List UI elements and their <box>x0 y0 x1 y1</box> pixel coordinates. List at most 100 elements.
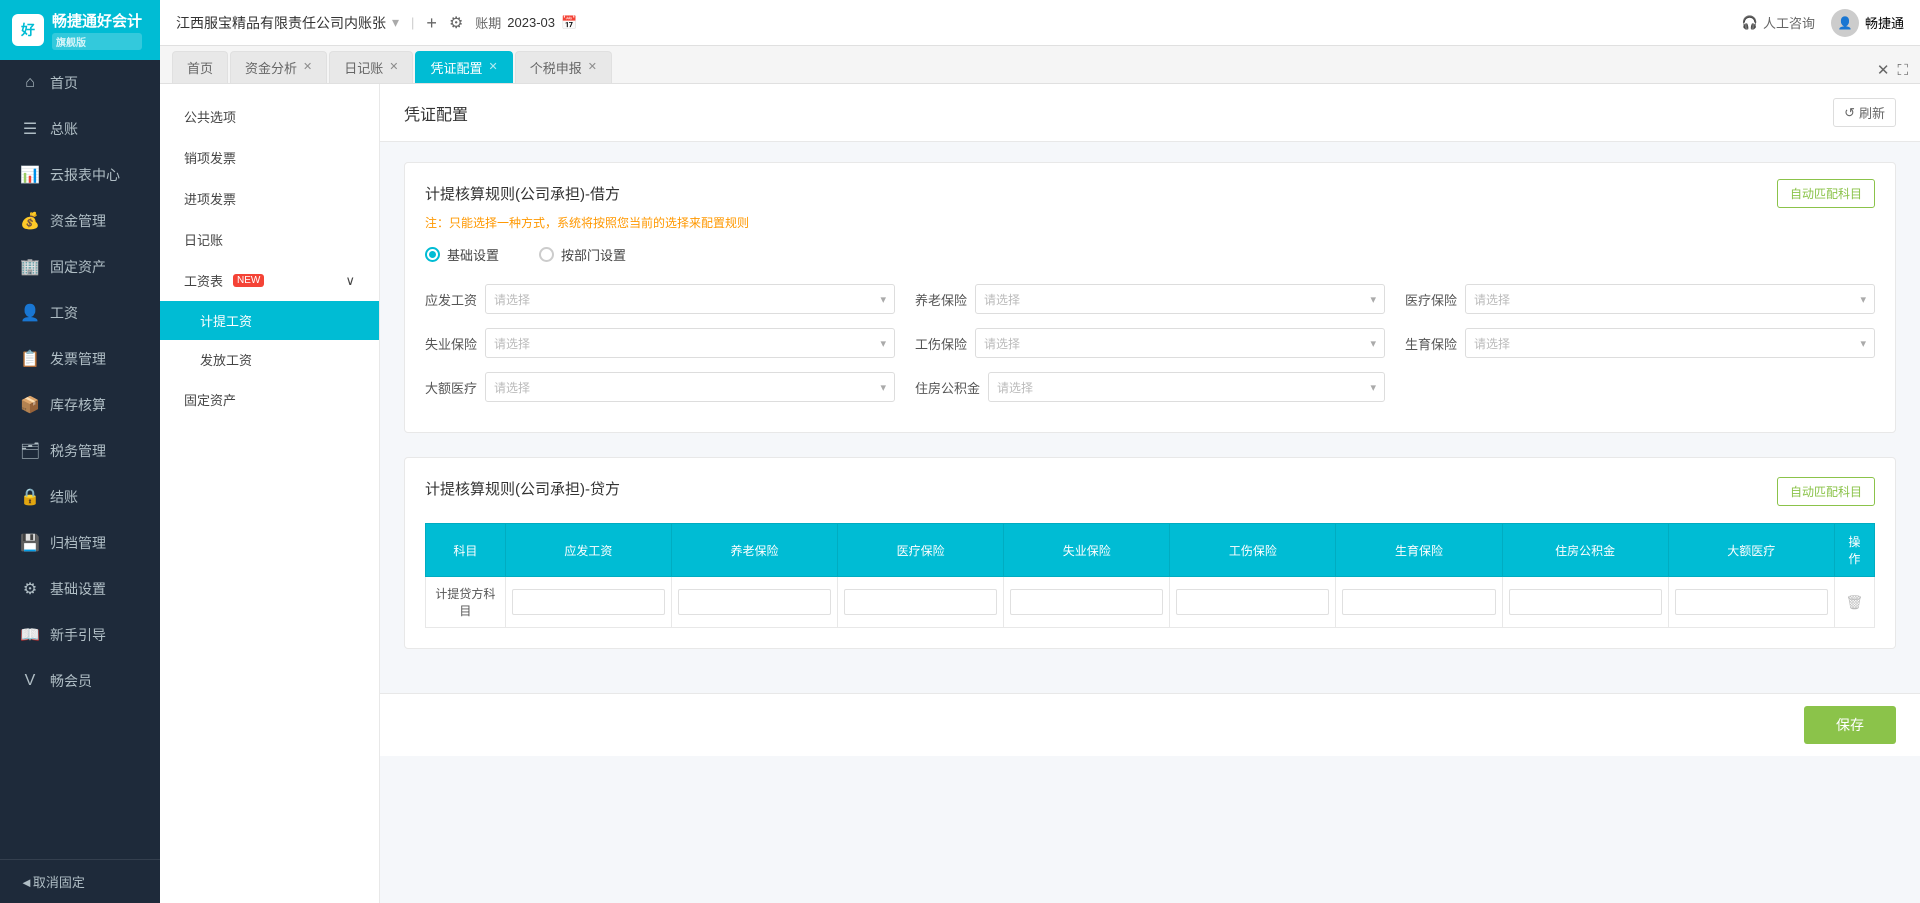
select-large-medical[interactable]: 请选择 ▾ <box>485 372 895 402</box>
label-gross-salary: 应发工资 <box>425 290 477 309</box>
sidebar-item-vip[interactable]: V 畅会员 <box>0 658 160 704</box>
tab-close-icon[interactable]: ✕ <box>588 62 597 73</box>
menu-fixed-assets[interactable]: 固定资产 <box>160 379 379 420</box>
cell-maternity-input[interactable] <box>1336 577 1502 628</box>
calendar-icon: 📅 <box>561 15 577 31</box>
cell-pension-input[interactable] <box>671 577 837 628</box>
sidebar-item-settings[interactable]: ⚙ 基础设置 <box>0 566 160 612</box>
sidebar-item-reports[interactable]: 📊 云报表中心 <box>0 152 160 198</box>
col-housing-fund: 住房公积金 <box>1502 524 1668 577</box>
sidebar-item-funds[interactable]: 💰 资金管理 <box>0 198 160 244</box>
topbar-right: 🎧 人工咨询 👤 畅捷通 <box>1742 9 1904 37</box>
settings-icon: ⚙ <box>20 579 40 599</box>
sidebar-item-assets[interactable]: 🏢 固定资产 <box>0 244 160 290</box>
sidebar-item-label: 资金管理 <box>50 211 106 231</box>
input-injury[interactable] <box>1176 589 1329 615</box>
select-pension[interactable]: 请选择 ▾ <box>975 284 1385 314</box>
select-unemployment[interactable]: 请选择 ▾ <box>485 328 895 358</box>
menu-sales-invoice[interactable]: 销项发票 <box>160 137 379 178</box>
sidebar-item-home[interactable]: ⌂ 首页 <box>0 60 160 106</box>
add-account-button[interactable]: + <box>426 14 437 32</box>
settings-gear-icon[interactable]: ⚙ <box>449 13 463 33</box>
user-menu[interactable]: 👤 畅捷通 <box>1831 9 1904 37</box>
tab-voucher-config[interactable]: 凭证配置 ✕ <box>415 51 512 83</box>
input-large-medical[interactable] <box>1675 589 1828 615</box>
avatar: 👤 <box>1831 9 1859 37</box>
sidebar-item-inventory[interactable]: 📦 库存核算 <box>0 382 160 428</box>
sidebar-item-invoice[interactable]: 📋 发票管理 <box>0 336 160 382</box>
select-injury[interactable]: 请选择 ▾ <box>975 328 1385 358</box>
expand-icon[interactable]: ∨ <box>345 273 355 289</box>
cell-medical-input[interactable] <box>838 577 1004 628</box>
select-medical[interactable]: 请选择 ▾ <box>1465 284 1875 314</box>
tab-fund-analysis[interactable]: 资金分析 ✕ <box>230 51 327 83</box>
credit-section-title: 计提核算规则(公司承担)-贷方 <box>425 478 620 499</box>
menu-pay-salary[interactable]: 发放工资 <box>160 340 379 379</box>
dropdown-arrow-icon: ▾ <box>880 381 886 394</box>
cell-unemployment-input[interactable] <box>1004 577 1170 628</box>
select-maternity[interactable]: 请选择 ▾ <box>1465 328 1875 358</box>
sidebar-item-close[interactable]: 🔒 结账 <box>0 474 160 520</box>
sidebar-item-label: 首页 <box>50 73 78 93</box>
sidebar-item-label: 工资 <box>50 303 78 323</box>
close-tab-icon[interactable]: ✕ <box>1877 61 1890 79</box>
maximize-icon[interactable]: ⛶ <box>1897 62 1908 79</box>
tab-close-icon[interactable]: ✕ <box>303 62 312 73</box>
sidebar-unpin[interactable]: ◄取消固定 <box>0 859 160 903</box>
tab-tax[interactable]: 个税申报 ✕ <box>515 51 612 83</box>
input-unemployment[interactable] <box>1010 589 1163 615</box>
menu-purchase-invoice[interactable]: 进项发票 <box>160 178 379 219</box>
radio-department-settings[interactable]: 按部门设置 <box>539 245 626 264</box>
sidebar-item-guide[interactable]: 📖 新手引导 <box>0 612 160 658</box>
menu-public-options[interactable]: 公共选项 <box>160 96 379 137</box>
cell-large-medical-input[interactable] <box>1668 577 1834 628</box>
tab-journal[interactable]: 日记账 ✕ <box>329 51 413 83</box>
label-medical: 医疗保险 <box>1405 290 1457 309</box>
credit-auto-match-button[interactable]: 自动匹配科目 <box>1777 477 1875 506</box>
input-gross-salary[interactable] <box>512 589 665 615</box>
sidebar-item-archive[interactable]: 💾 归档管理 <box>0 520 160 566</box>
main-area: 江西服宝精品有限责任公司内账张 ▾ | + ⚙ 账期 2023-03 📅 🎧 人… <box>160 0 1920 903</box>
credit-table-section: 科目 应发工资 养老保险 医疗保险 失业保险 工伤保险 生育保险 住房公积金 大… <box>425 523 1875 628</box>
invoice-icon: 📋 <box>20 349 40 369</box>
cell-housing-fund-input[interactable] <box>1502 577 1668 628</box>
col-large-medical: 大额医疗 <box>1668 524 1834 577</box>
sidebar: 好 畅捷通好会计 旗舰版 ⌂ 首页 ☰ 总账 📊 云报表中心 💰 资金管理 🏢 … <box>0 0 160 903</box>
sidebar-item-ledger[interactable]: ☰ 总账 <box>0 106 160 152</box>
select-housing-fund[interactable]: 请选择 ▾ <box>988 372 1385 402</box>
period-label: 账期 <box>475 13 501 32</box>
tab-close-icon[interactable]: ✕ <box>389 62 398 73</box>
tab-home[interactable]: 首页 <box>172 51 228 83</box>
cell-gross-salary-input[interactable] <box>505 577 671 628</box>
input-maternity[interactable] <box>1342 589 1495 615</box>
credit-table: 科目 应发工资 养老保险 医疗保险 失业保险 工伤保险 生育保险 住房公积金 大… <box>425 523 1875 628</box>
tabbar-actions: ✕ ⛶ <box>1877 61 1908 83</box>
cell-injury-input[interactable] <box>1170 577 1336 628</box>
delete-row-icon[interactable]: 🗑 <box>1846 594 1864 610</box>
company-selector[interactable]: 江西服宝精品有限责任公司内账张 ▾ <box>176 13 399 33</box>
page-header: 凭证配置 ↺ 刷新 <box>380 84 1920 142</box>
menu-accrue-salary[interactable]: 计提工资 <box>160 301 379 340</box>
dropdown-arrow-icon: ▾ <box>1370 337 1376 350</box>
select-gross-salary[interactable]: 请选择 ▾ <box>485 284 895 314</box>
period-selector[interactable]: 账期 2023-03 📅 <box>475 13 577 32</box>
sidebar-item-tax[interactable]: 🗂 税务管理 <box>0 428 160 474</box>
menu-payroll-table[interactable]: 工资表 NEW ∨ <box>160 260 379 301</box>
menu-label: 计提工资 <box>200 311 252 330</box>
debit-auto-match-button[interactable]: 自动匹配科目 <box>1777 179 1875 208</box>
refresh-button[interactable]: ↺ 刷新 <box>1833 98 1896 127</box>
tab-close-icon[interactable]: ✕ <box>489 62 498 73</box>
radio-basic-icon <box>425 247 440 262</box>
sidebar-item-salary[interactable]: 👤 工资 <box>0 290 160 336</box>
table-row: 计提贷方科目 🗑 <box>426 577 1875 628</box>
input-medical[interactable] <box>844 589 997 615</box>
field-gross-salary: 应发工资 请选择 ▾ <box>425 284 895 314</box>
headset-icon: 🎧 <box>1742 15 1758 31</box>
company-name: 江西服宝精品有限责任公司内账张 <box>176 13 386 33</box>
radio-basic-settings[interactable]: 基础设置 <box>425 245 499 264</box>
input-housing-fund[interactable] <box>1509 589 1662 615</box>
support-button[interactable]: 🎧 人工咨询 <box>1742 13 1815 32</box>
menu-journal[interactable]: 日记账 <box>160 219 379 260</box>
save-button[interactable]: 保存 <box>1804 706 1896 744</box>
input-pension[interactable] <box>678 589 831 615</box>
